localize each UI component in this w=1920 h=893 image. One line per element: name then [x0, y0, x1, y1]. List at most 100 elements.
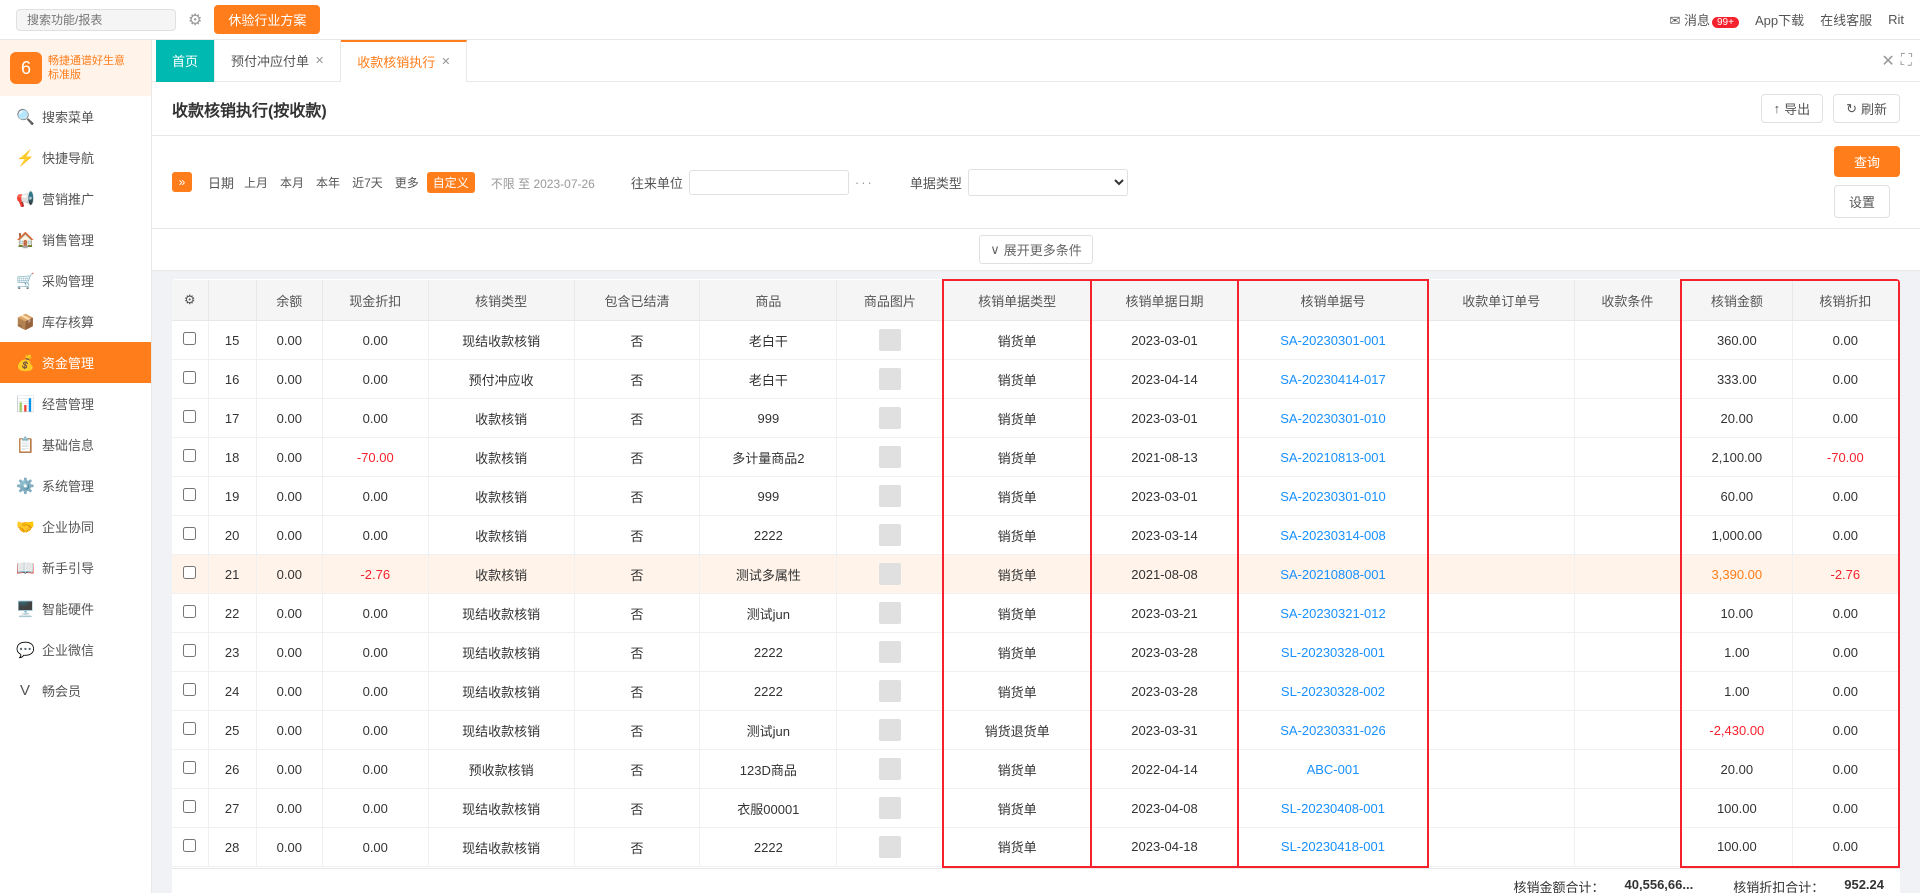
tab-minimize-btn[interactable]: ✕ [1881, 51, 1894, 71]
cell-gear[interactable] [172, 555, 208, 594]
filter-date-custom-btn[interactable]: 自定义 [427, 172, 475, 193]
export-btn[interactable]: ↑ 导出 [1761, 94, 1824, 123]
row-checkbox[interactable] [183, 449, 196, 462]
cell-writeoff-no[interactable]: SA-20230321-012 [1238, 594, 1428, 633]
filter-counterparty-input[interactable] [689, 170, 849, 195]
row-checkbox[interactable] [183, 644, 196, 657]
cell-gear[interactable] [172, 750, 208, 789]
tab-home[interactable]: 首页 [156, 40, 215, 82]
sidebar-item-marketing[interactable]: 📢 营销推广 [0, 178, 151, 219]
cell-receipt-condition [1574, 633, 1681, 672]
sidebar-item-vip[interactable]: V 畅会员 [0, 670, 151, 711]
sidebar-item-finance[interactable]: 💰 资金管理 [0, 342, 151, 383]
sidebar-item-search[interactable]: 🔍 搜索菜单 [0, 96, 151, 137]
row-checkbox[interactable] [183, 332, 196, 345]
filter-expand-btn[interactable]: ∨ 展开更多条件 [979, 235, 1093, 264]
tab-prepay[interactable]: 预付冲应付单 ✕ [215, 40, 341, 82]
sidebar-item-hardware[interactable]: 🖥️ 智能硬件 [0, 588, 151, 629]
row-checkbox[interactable] [183, 839, 196, 852]
sidebar-item-corp[interactable]: 🤝 企业协同 [0, 506, 151, 547]
sidebar-item-inventory[interactable]: 📦 库存核算 [0, 301, 151, 342]
cell-gear[interactable] [172, 516, 208, 555]
filter-date-more[interactable]: 更多 [391, 172, 423, 193]
filter-date-last-month[interactable]: 上月 [240, 172, 272, 193]
cell-writeoff-no[interactable]: SA-20230331-026 [1238, 711, 1428, 750]
filter-date-this-year[interactable]: 本年 [312, 172, 344, 193]
cell-writeoff-no[interactable]: ABC-001 [1238, 750, 1428, 789]
tab-maximize-btn[interactable]: ⛶ [1901, 52, 1912, 70]
filter-bill-type-select[interactable] [968, 169, 1128, 196]
sidebar-item-quick-nav[interactable]: ⚡ 快捷导航 [0, 137, 151, 178]
cell-writeoff-no[interactable]: SA-20230314-008 [1238, 516, 1428, 555]
row-checkbox[interactable] [183, 683, 196, 696]
gear-icon[interactable]: ⚙ [188, 10, 202, 30]
settings-btn[interactable]: 设置 [1834, 185, 1890, 218]
cell-writeoff-no[interactable]: SL-20230408-001 [1238, 789, 1428, 828]
sidebar-item-business[interactable]: 📊 经营管理 [0, 383, 151, 424]
cell-writeoff-date: 2023-03-01 [1091, 477, 1238, 516]
sidebar: 6 畅捷通谱好生意 标准版 🔍 搜索菜单 ⚡ 快捷导航 📢 营销推广 🏠 销售 [0, 40, 152, 893]
sidebar-item-purchase[interactable]: 🛒 采购管理 [0, 260, 151, 301]
footer-discount-label: 核销折扣合计： [1733, 877, 1824, 893]
message-icon[interactable]: ✉ 消息99+ [1669, 10, 1739, 29]
sidebar-item-basic[interactable]: 📋 基础信息 [0, 424, 151, 465]
cell-writeoff-no[interactable]: SL-20230418-001 [1238, 828, 1428, 867]
industry-btn[interactable]: 休验行业方案 [214, 5, 320, 34]
row-checkbox[interactable] [183, 605, 196, 618]
cell-gear[interactable] [172, 399, 208, 438]
filter-toggle-btn[interactable]: » [172, 172, 192, 192]
row-checkbox[interactable] [183, 800, 196, 813]
tab-prepay-close[interactable]: ✕ [315, 54, 324, 67]
table-row: 25 0.00 0.00 现结收款核销 否 测试jun 销货退货单 2023-0… [172, 711, 1899, 750]
row-checkbox[interactable] [183, 566, 196, 579]
col-gear: ⚙ [172, 280, 208, 321]
cell-gear[interactable] [172, 633, 208, 672]
row-checkbox[interactable] [183, 371, 196, 384]
sidebar-item-wechat[interactable]: 💬 企业微信 [0, 629, 151, 670]
sidebar-item-guide[interactable]: 📖 新手引导 [0, 547, 151, 588]
row-checkbox[interactable] [183, 722, 196, 735]
cell-gear[interactable] [172, 594, 208, 633]
cell-writeoff-date: 2023-03-31 [1091, 711, 1238, 750]
sidebar-item-label: 采购管理 [42, 271, 94, 290]
page-title: 收款核销执行(按收款) [172, 97, 327, 121]
query-btn[interactable]: 查询 [1834, 146, 1900, 177]
cell-writeoff-no[interactable]: SL-20230328-002 [1238, 672, 1428, 711]
refresh-btn[interactable]: ↻ 刷新 [1833, 94, 1900, 123]
cell-writeoff-no[interactable]: SA-20230301-001 [1238, 321, 1428, 360]
cell-writeoff-no[interactable]: SA-20230301-010 [1238, 477, 1428, 516]
app-download-link[interactable]: App下载 [1755, 10, 1804, 29]
sidebar-item-system[interactable]: ⚙️ 系统管理 [0, 465, 151, 506]
table-row: 22 0.00 0.00 现结收款核销 否 测试jun 销货单 2023-03-… [172, 594, 1899, 633]
cell-goods: 2222 [700, 672, 837, 711]
search-input[interactable] [16, 9, 176, 31]
cell-gear[interactable] [172, 360, 208, 399]
cell-gear[interactable] [172, 321, 208, 360]
row-checkbox[interactable] [183, 761, 196, 774]
cell-writeoff-no[interactable]: SA-20230301-010 [1238, 399, 1428, 438]
filter-date-7days[interactable]: 近7天 [348, 172, 387, 193]
cell-settled: 否 [574, 672, 700, 711]
cell-writeoff-discount: 0.00 [1792, 321, 1899, 360]
cell-gear[interactable] [172, 828, 208, 867]
cell-writeoff-no[interactable]: SA-20230414-017 [1238, 360, 1428, 399]
cell-writeoff-no[interactable]: SL-20230328-001 [1238, 633, 1428, 672]
row-checkbox[interactable] [183, 488, 196, 501]
tab-collect-close[interactable]: ✕ [441, 55, 450, 68]
cell-gear[interactable] [172, 672, 208, 711]
sales-icon: 🏠 [16, 231, 34, 249]
cell-write-off-type: 收款核销 [428, 516, 574, 555]
row-checkbox[interactable] [183, 410, 196, 423]
cell-gear[interactable] [172, 789, 208, 828]
sidebar-item-sales[interactable]: 🏠 销售管理 [0, 219, 151, 260]
row-checkbox[interactable] [183, 527, 196, 540]
cell-writeoff-no[interactable]: SA-20210808-001 [1238, 555, 1428, 594]
cell-gear[interactable] [172, 438, 208, 477]
tab-collect[interactable]: 收款核销执行 ✕ [341, 40, 467, 82]
online-service-link[interactable]: 在线客服 [1820, 10, 1872, 29]
message-label: 消息 [1684, 13, 1710, 28]
cell-gear[interactable] [172, 711, 208, 750]
filter-date-this-month[interactable]: 本月 [276, 172, 308, 193]
cell-gear[interactable] [172, 477, 208, 516]
cell-writeoff-no[interactable]: SA-20210813-001 [1238, 438, 1428, 477]
